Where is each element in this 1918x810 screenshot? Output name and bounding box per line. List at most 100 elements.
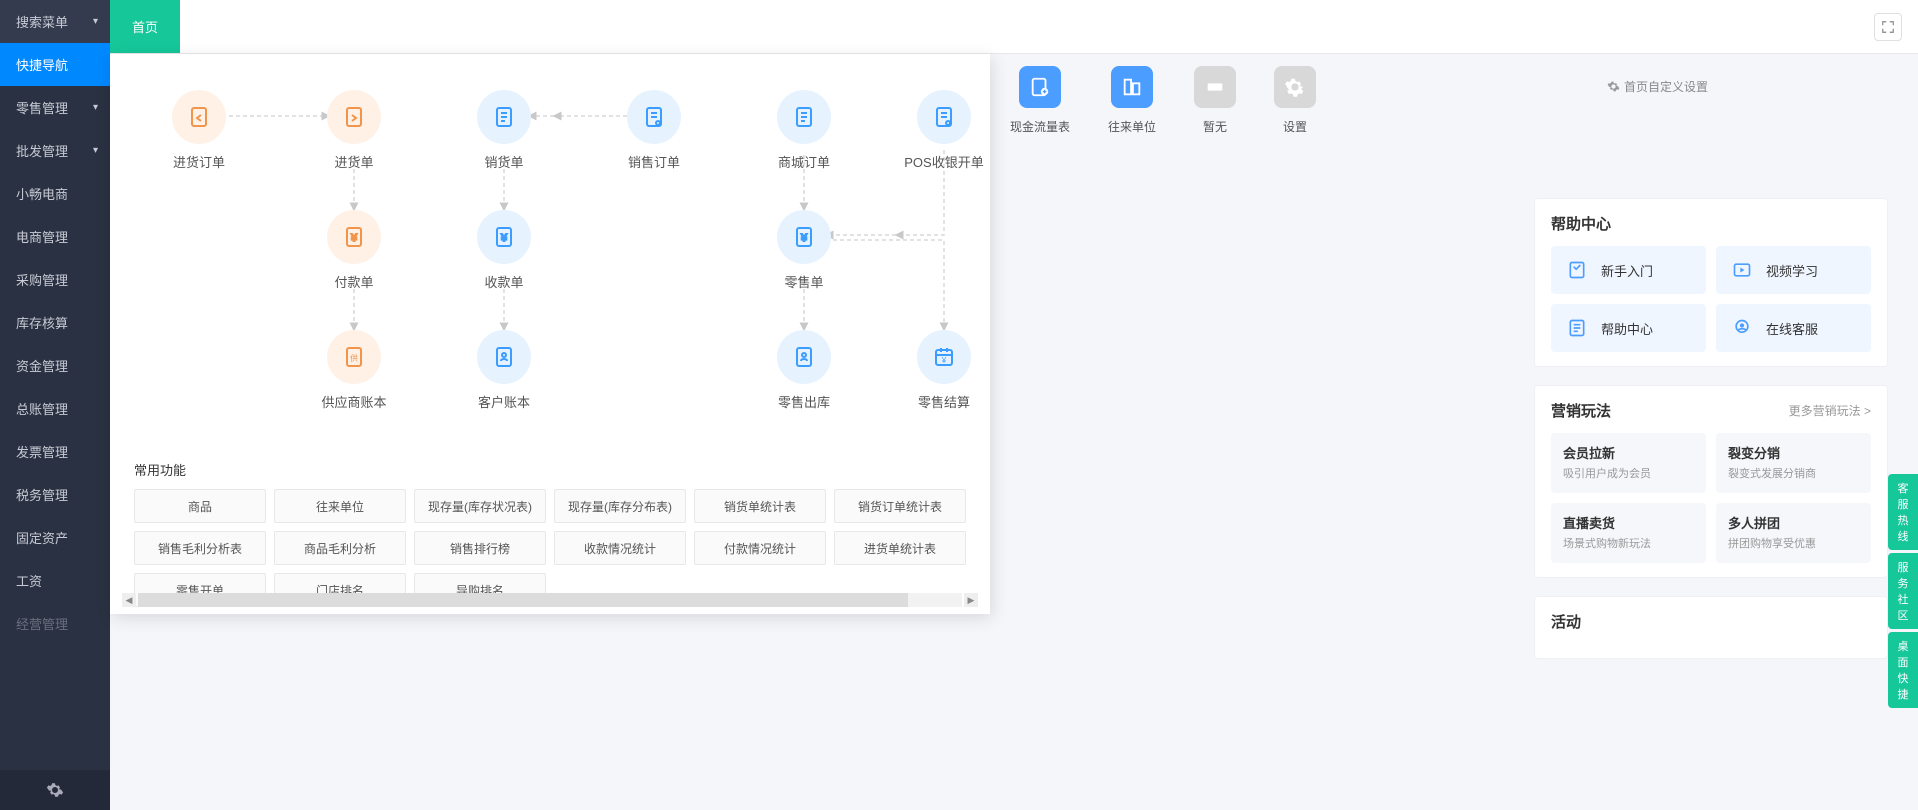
sidebar-item-xc-ecom[interactable]: 小畅电商	[0, 172, 110, 215]
common-function-button[interactable]: 销货订单统计表	[834, 489, 966, 523]
marketing-more-link[interactable]: 更多营销玩法 >	[1789, 402, 1871, 419]
common-function-button[interactable]: 付款情况统计	[694, 531, 826, 565]
sidebar-item-retail[interactable]: 零售管理 ▾	[0, 86, 110, 129]
panel-title: 活动	[1551, 611, 1871, 632]
marketing-card-sub: 拼团购物享受优惠	[1728, 535, 1859, 551]
flow-node-pos[interactable]: POS收银开单	[894, 90, 990, 171]
sidebar-item-label: 税务管理	[16, 485, 68, 504]
flow-node-retail[interactable]: ¥零售单	[754, 210, 854, 291]
sidebar-item-quicknav[interactable]: 快捷导航	[0, 43, 110, 86]
sidebar-item-invoice[interactable]: 发票管理	[0, 430, 110, 473]
none-icon	[1194, 66, 1236, 108]
flow-node-label: 商城订单	[778, 152, 830, 171]
flow-node-icon: 供	[327, 330, 381, 384]
common-function-button[interactable]: 收款情况统计	[554, 531, 686, 565]
marketing-card[interactable]: 直播卖货场景式购物新玩法	[1551, 503, 1706, 563]
common-function-button[interactable]: 进货单统计表	[834, 531, 966, 565]
flow-node-retail-out[interactable]: 零售出库	[754, 330, 854, 411]
common-function-button[interactable]: 销货单统计表	[694, 489, 826, 523]
marketing-card-title: 裂变分销	[1728, 443, 1859, 462]
sidebar-item-label: 总账管理	[16, 399, 68, 418]
panel-help: 帮助中心 新手入门视频学习帮助中心在线客服	[1534, 198, 1888, 367]
common-function-button[interactable]: 现存量(库存状况表)	[414, 489, 546, 523]
gear-icon	[46, 781, 64, 799]
cashflow-icon	[1019, 66, 1061, 108]
common-function-button[interactable]: 往来单位	[274, 489, 406, 523]
marketing-card-title: 会员拉新	[1563, 443, 1694, 462]
sidebar-item-fund[interactable]: 资金管理	[0, 344, 110, 387]
flow-node-label: 收款单	[484, 272, 523, 291]
flow-node-receipt[interactable]: ¥收款单	[454, 210, 554, 291]
floating-tab[interactable]: 客服热线	[1888, 474, 1918, 550]
shortcut-cashflow[interactable]: 现金流量表	[1010, 66, 1070, 135]
shortcut-label: 设置	[1283, 118, 1307, 135]
scroll-track[interactable]	[138, 593, 962, 607]
sidebar-item-ecom[interactable]: 电商管理	[0, 215, 110, 258]
sidebar-item-wholesale[interactable]: 批发管理 ▾	[0, 129, 110, 172]
marketing-card-sub: 吸引用户成为会员	[1563, 465, 1694, 481]
common-function-button[interactable]: 销售毛利分析表	[134, 531, 266, 565]
sidebar-item-biz[interactable]: 经营管理	[0, 602, 110, 645]
flow-node-label: 零售单	[784, 272, 823, 291]
sidebar-item-label: 零售管理	[16, 98, 68, 117]
shortcut-label: 往来单位	[1108, 118, 1156, 135]
caret-down-icon: ▾	[93, 145, 98, 156]
flow-node-label: 零售结算	[918, 392, 970, 411]
flow-node-retail-settle[interactable]: ¥ 零售结算	[894, 330, 990, 411]
fullscreen-button[interactable]	[1874, 13, 1902, 41]
marketing-card[interactable]: 会员拉新吸引用户成为会员	[1551, 433, 1706, 493]
flow-node-sales-order[interactable]: 销售订单	[604, 90, 704, 171]
help-title: 帮助中心	[1551, 213, 1611, 234]
sidebar-item-label: 库存核算	[16, 313, 68, 332]
common-function-button[interactable]: 商品毛利分析	[274, 531, 406, 565]
sidebar-item-purchase[interactable]: 采购管理	[0, 258, 110, 301]
scroll-right-arrow[interactable]: ▶	[964, 593, 978, 607]
common-function-button[interactable]: 销售排行榜	[414, 531, 546, 565]
flow-node-icon	[477, 330, 531, 384]
marketing-card-title: 直播卖货	[1563, 513, 1694, 532]
sidebar-item-tax[interactable]: 税务管理	[0, 473, 110, 516]
sidebar-item-inventory[interactable]: 库存核算	[0, 301, 110, 344]
panel-title: 帮助中心	[1551, 213, 1871, 234]
flow-node-payment[interactable]: ¥ 付款单	[304, 210, 404, 291]
common-function-button[interactable]: 现存量(库存分布表)	[554, 489, 686, 523]
flow-node-mall-order[interactable]: 商城订单	[754, 90, 854, 171]
flow-node-purchase-order[interactable]: 进货订单	[149, 90, 249, 171]
sidebar-item-ledger[interactable]: 总账管理	[0, 387, 110, 430]
help-item[interactable]: 帮助中心	[1551, 304, 1706, 352]
help-item[interactable]: 视频学习	[1716, 246, 1871, 294]
floating-tab[interactable]: 服务社区	[1888, 553, 1918, 629]
help-item-label: 帮助中心	[1601, 319, 1653, 338]
sidebar-item-assets[interactable]: 固定资产	[0, 516, 110, 559]
flow-node-customer-ledger[interactable]: 客户账本	[454, 330, 554, 411]
sidebar-settings[interactable]	[0, 770, 110, 810]
shortcut-units[interactable]: 往来单位	[1108, 66, 1156, 135]
svg-text:¥: ¥	[350, 233, 357, 244]
svg-text:¥: ¥	[941, 356, 947, 365]
help-item[interactable]: 新手入门	[1551, 246, 1706, 294]
flow-node-supplier-ledger[interactable]: 供供应商账本	[304, 330, 404, 411]
flow-node-label: 供应商账本	[321, 392, 386, 411]
sidebar-item-label: 发票管理	[16, 442, 68, 461]
tab-home[interactable]: 首页	[110, 0, 180, 53]
scroll-thumb[interactable]	[138, 593, 908, 607]
shortcut-settings[interactable]: 设置	[1274, 66, 1316, 135]
flow-node-icon	[477, 90, 531, 144]
flyout-horizontal-scrollbar[interactable]: ◀ ▶	[122, 592, 978, 608]
marketing-card[interactable]: 多人拼团拼团购物享受优惠	[1716, 503, 1871, 563]
flow-node-icon: ¥	[327, 210, 381, 264]
floating-tab[interactable]: 桌面快捷	[1888, 632, 1918, 708]
shortcuts-row: 现金流量表往来单位 暂无设置	[1010, 66, 1898, 135]
common-function-button[interactable]: 商品	[134, 489, 266, 523]
flow-node-purchase[interactable]: 进货单	[304, 90, 404, 171]
quicknav-flyout: 进货订单进货单销货单销售订单商城订单POS收银开单¥付款单¥收款单¥零售单供供应…	[110, 54, 990, 614]
shortcut-none[interactable]: 暂无	[1194, 66, 1236, 135]
help-item[interactable]: 在线客服	[1716, 304, 1871, 352]
scroll-left-arrow[interactable]: ◀	[122, 593, 136, 607]
flow-node-label: 付款单	[334, 272, 373, 291]
panel-activity: 活动	[1534, 596, 1888, 659]
marketing-card[interactable]: 裂变分销裂变式发展分销商	[1716, 433, 1871, 493]
sidebar-item-salary[interactable]: 工资	[0, 559, 110, 602]
sidebar-item-search[interactable]: 搜索菜单 ▾	[0, 0, 110, 43]
flow-node-sales[interactable]: 销货单	[454, 90, 554, 171]
